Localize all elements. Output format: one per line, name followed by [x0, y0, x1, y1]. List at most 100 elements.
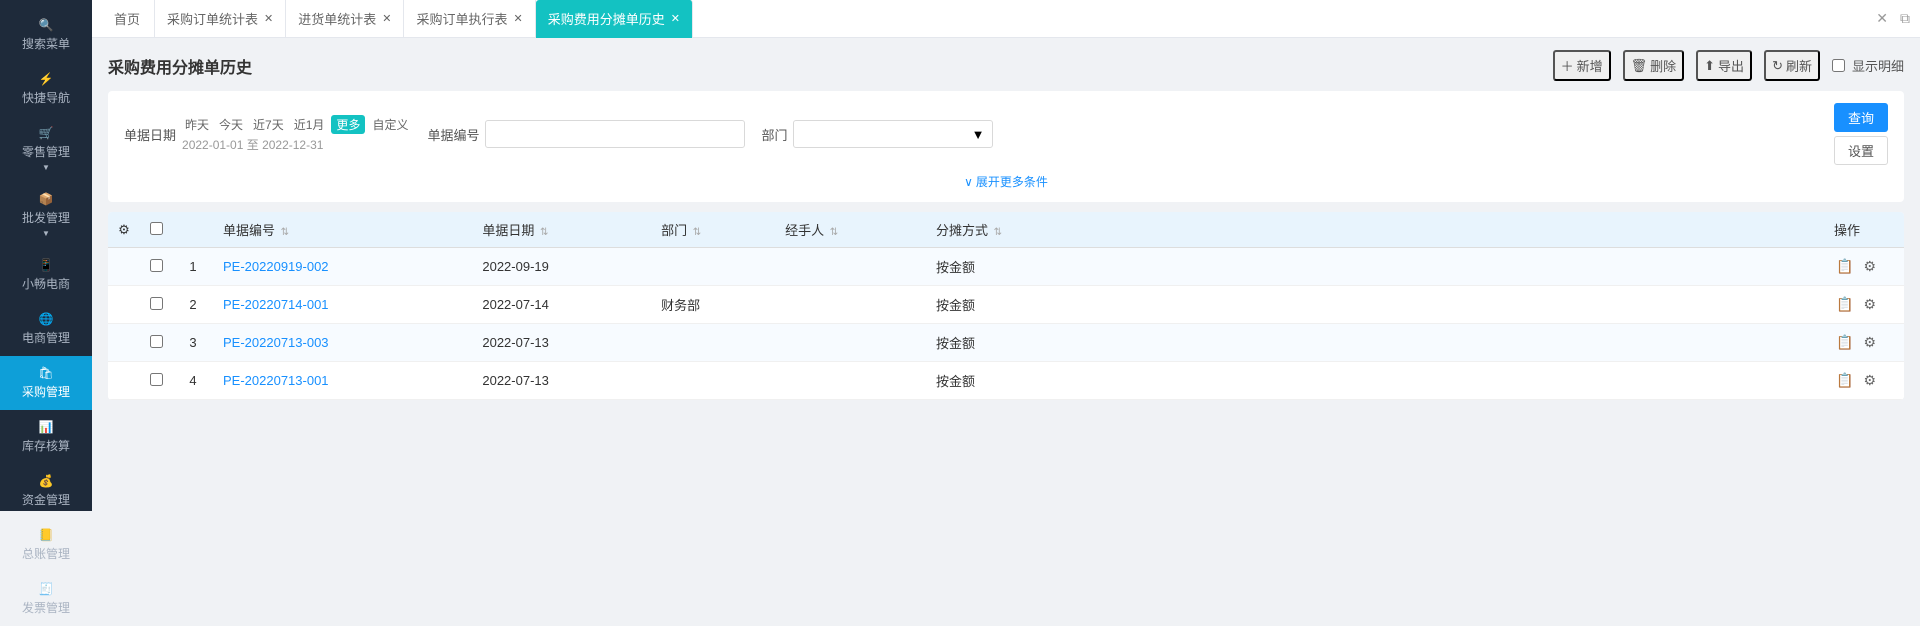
sidebar-item-ledger[interactable]: 📒 总账管理	[0, 518, 92, 572]
more-icon[interactable]: ⚙	[1861, 256, 1878, 277]
th-docdate[interactable]: 单据日期 ⇅	[472, 212, 651, 248]
edit-icon[interactable]: 📋	[1834, 332, 1855, 353]
tab-purchase-order-stats[interactable]: 采购订单统计表 ✕	[155, 0, 286, 38]
sidebar-item-invoice[interactable]: 🧾 发票管理	[0, 572, 92, 626]
date-shortcut-more[interactable]: 更多	[331, 115, 365, 134]
date-shortcuts: 昨天 今天 近7天 近1月 更多 自定义	[182, 115, 411, 134]
sidebar-item-purchase[interactable]: 🛍 采购管理	[0, 356, 92, 410]
chevron-down-icon: ▼	[972, 127, 985, 142]
action-icons: 📋 ⚙	[1834, 294, 1894, 315]
dept-select[interactable]: ▼	[793, 120, 993, 148]
docno-input[interactable]	[485, 120, 745, 148]
sidebar-item-ecommerce-small[interactable]: 📱 小畅电商	[0, 248, 92, 302]
docno-link[interactable]: PE-20220713-003	[223, 335, 329, 350]
td-splitmethod: 按金额	[926, 248, 1824, 286]
docno-label: 单据编号	[427, 125, 479, 144]
restore-window-icon[interactable]: ⧉	[1898, 8, 1912, 29]
sidebar-item-quicknav[interactable]: ⚡ 快捷导航	[0, 62, 92, 116]
docno-link[interactable]: PE-20220714-001	[223, 297, 329, 312]
th-checkbox	[140, 212, 173, 248]
tab-close-icon[interactable]: ✕	[671, 12, 680, 25]
sidebar-item-search[interactable]: 🔍 搜索菜单	[0, 8, 92, 62]
date-shortcut-yesterday[interactable]: 昨天	[182, 115, 212, 134]
row-checkbox[interactable]	[150, 297, 163, 310]
tab-close-icon[interactable]: ✕	[382, 12, 391, 25]
td-docdate: 2022-07-13	[472, 362, 651, 400]
show-columns-toggle[interactable]: 显示明细	[1832, 56, 1904, 75]
search-buttons: 查询 设置	[1834, 103, 1888, 165]
date-shortcut-custom[interactable]: 自定义	[369, 115, 411, 134]
more-icon[interactable]: ⚙	[1861, 332, 1878, 353]
edit-icon[interactable]: 📋	[1834, 370, 1855, 391]
row-checkbox[interactable]	[150, 335, 163, 348]
date-shortcut-1month[interactable]: 近1月	[291, 115, 328, 134]
td-docno: PE-20220714-001	[213, 286, 472, 324]
more-icon[interactable]: ⚙	[1861, 370, 1878, 391]
expand-button[interactable]: ∨ 展开更多条件	[964, 173, 1048, 190]
sidebar-item-ecommerce[interactable]: 🌐 电商管理	[0, 302, 92, 356]
sidebar-item-retail[interactable]: 🛒 零售管理 ▼	[0, 116, 92, 182]
sidebar-item-label: 总账管理	[22, 545, 70, 562]
docno-field: 单据编号	[427, 120, 745, 148]
invoice-icon: 🧾	[39, 582, 54, 596]
select-all-checkbox[interactable]	[150, 222, 163, 235]
sidebar-item-wholesale[interactable]: 📦 批发管理 ▼	[0, 182, 92, 248]
sidebar-item-label: 采购管理	[22, 383, 70, 400]
edit-icon[interactable]: 📋	[1834, 256, 1855, 277]
td-num: 2	[173, 286, 213, 324]
tab-purchase-cost-history[interactable]: 采购费用分摊单历史 ✕	[536, 0, 693, 38]
settings-button[interactable]: 设置	[1834, 136, 1888, 165]
th-docno[interactable]: 单据编号 ⇅	[213, 212, 472, 248]
export-icon: ⬆	[1704, 58, 1715, 74]
wholesale-icon: 📦	[39, 192, 54, 206]
refresh-button[interactable]: ↻ 刷新	[1764, 50, 1820, 81]
th-handler[interactable]: 经手人 ⇅	[775, 212, 926, 248]
td-checkbox	[140, 362, 173, 400]
sort-icon: ⇅	[830, 227, 838, 238]
docno-link[interactable]: PE-20220919-002	[223, 259, 329, 274]
show-columns-checkbox[interactable]	[1832, 59, 1845, 72]
chevron-down-icon: ▼	[42, 163, 50, 172]
sort-icon: ⇅	[693, 227, 701, 238]
tab-stock-stats[interactable]: 进货单统计表 ✕	[286, 0, 404, 38]
docno-link[interactable]: PE-20220713-001	[223, 373, 329, 388]
delete-button[interactable]: 🗑 删除	[1623, 50, 1685, 81]
th-dept[interactable]: 部门 ⇅	[651, 212, 775, 248]
sidebar-item-label: 零售管理	[22, 143, 70, 160]
close-window-icon[interactable]: ✕	[1874, 8, 1890, 29]
search-button[interactable]: 查询	[1834, 103, 1888, 132]
content-area: 采购费用分摊单历史 ＋ 新增 🗑 删除 ⬆ 导出 ↻ 刷新	[92, 38, 1920, 511]
tab-close-icon[interactable]: ✕	[514, 12, 523, 25]
row-checkbox[interactable]	[150, 259, 163, 272]
td-num: 1	[173, 248, 213, 286]
sidebar-item-inventory[interactable]: 📊 库存核算	[0, 410, 92, 464]
date-shortcut-7days[interactable]: 近7天	[250, 115, 287, 134]
td-checkbox	[140, 286, 173, 324]
sort-icon: ⇅	[281, 227, 289, 238]
th-splitmethod[interactable]: 分摊方式 ⇅	[926, 212, 1824, 248]
date-label: 单据日期	[124, 125, 176, 144]
sidebar-item-label: 发票管理	[22, 599, 70, 616]
tab-bar-actions: ✕ ⧉	[1874, 8, 1912, 29]
date-field: 单据日期 昨天 今天 近7天 近1月 更多 自定义 2022-01-01 至 2…	[124, 115, 411, 153]
action-icons: 📋 ⚙	[1834, 332, 1894, 353]
td-settings	[108, 248, 140, 286]
th-settings[interactable]: ⚙	[108, 212, 140, 248]
row-checkbox[interactable]	[150, 373, 163, 386]
sidebar-item-label: 资金管理	[22, 491, 70, 508]
sidebar-item-finance[interactable]: 💰 资金管理	[0, 464, 92, 518]
search-icon: 🔍	[39, 18, 54, 32]
add-button[interactable]: ＋ 新增	[1553, 50, 1611, 81]
td-handler	[775, 324, 926, 362]
data-table-container: ⚙ 单据编号 ⇅ 单据日期 ⇅	[108, 212, 1904, 400]
td-docno: PE-20220919-002	[213, 248, 472, 286]
export-button[interactable]: ⬆ 导出	[1696, 50, 1752, 81]
edit-icon[interactable]: 📋	[1834, 294, 1855, 315]
date-shortcut-today[interactable]: 今天	[216, 115, 246, 134]
sidebar-item-label: 电商管理	[22, 329, 70, 346]
tab-close-icon[interactable]: ✕	[264, 12, 273, 25]
tab-purchase-order-exec[interactable]: 采购订单执行表 ✕	[404, 0, 535, 38]
th-dept-label: 部门	[661, 223, 687, 238]
tab-home[interactable]: 首页	[100, 0, 155, 38]
more-icon[interactable]: ⚙	[1861, 294, 1878, 315]
